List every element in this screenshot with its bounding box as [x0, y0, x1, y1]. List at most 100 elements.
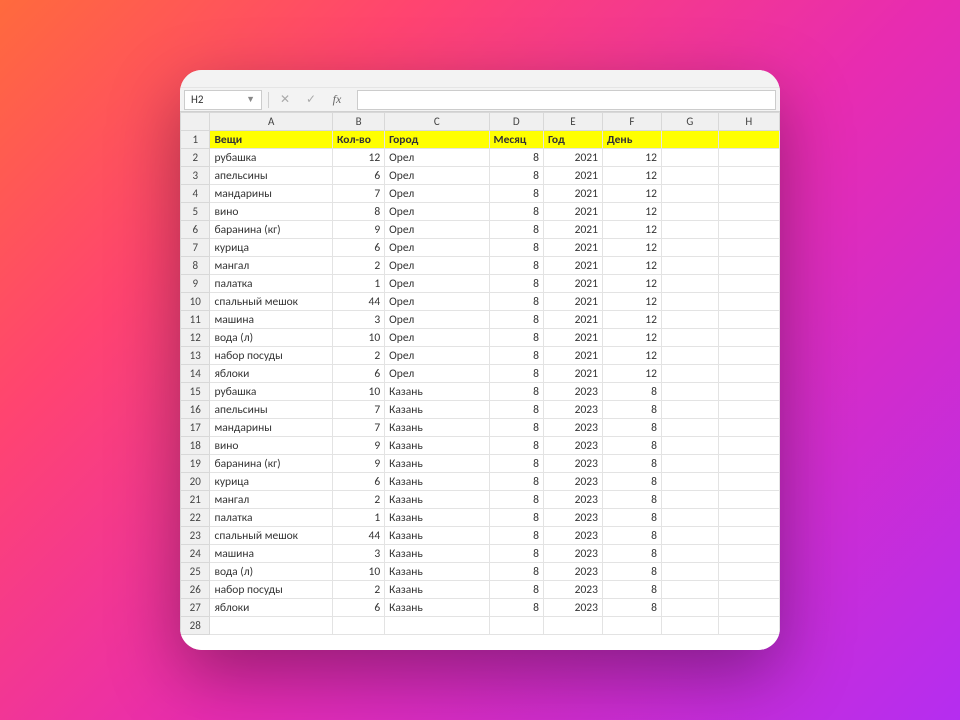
cell[interactable] — [661, 203, 718, 221]
select-all-corner[interactable] — [181, 113, 210, 131]
cell[interactable]: 6 — [333, 473, 385, 491]
cell[interactable]: спальный мешок — [210, 527, 333, 545]
cell[interactable]: 8 — [489, 239, 543, 257]
cell[interactable]: 2023 — [543, 437, 602, 455]
cell[interactable] — [718, 437, 779, 455]
cell[interactable]: 12 — [602, 293, 661, 311]
cell[interactable]: 12 — [602, 275, 661, 293]
cell[interactable]: 2021 — [543, 347, 602, 365]
row-header[interactable]: 23 — [181, 527, 210, 545]
cell[interactable]: Орел — [385, 221, 489, 239]
row-header[interactable]: 21 — [181, 491, 210, 509]
row-header[interactable]: 9 — [181, 275, 210, 293]
column-header-E[interactable]: E — [543, 113, 602, 131]
row-header[interactable]: 1 — [181, 131, 210, 149]
cell[interactable] — [489, 617, 543, 635]
cell[interactable]: 2023 — [543, 491, 602, 509]
cell[interactable] — [718, 473, 779, 491]
cell[interactable]: 12 — [602, 239, 661, 257]
row-header[interactable]: 10 — [181, 293, 210, 311]
cell[interactable] — [718, 149, 779, 167]
cell[interactable]: 12 — [602, 185, 661, 203]
cell[interactable]: 2021 — [543, 311, 602, 329]
cell[interactable]: Казань — [385, 419, 489, 437]
cell[interactable]: 8 — [602, 545, 661, 563]
cell[interactable] — [661, 509, 718, 527]
cell[interactable]: Казань — [385, 437, 489, 455]
cell[interactable]: вино — [210, 203, 333, 221]
cell[interactable] — [661, 149, 718, 167]
cell[interactable]: Казань — [385, 473, 489, 491]
row-header[interactable]: 12 — [181, 329, 210, 347]
cell[interactable]: 2023 — [543, 527, 602, 545]
cell[interactable] — [661, 167, 718, 185]
cell[interactable]: мандарины — [210, 419, 333, 437]
cell[interactable]: 8 — [489, 401, 543, 419]
cell[interactable]: Орел — [385, 149, 489, 167]
cell[interactable]: 8 — [489, 257, 543, 275]
name-box[interactable]: H2 ▼ — [184, 90, 262, 110]
cell[interactable]: 12 — [602, 167, 661, 185]
cell[interactable] — [333, 617, 385, 635]
header-cell[interactable]: Год — [543, 131, 602, 149]
cell[interactable]: 2023 — [543, 419, 602, 437]
cell[interactable]: Казань — [385, 581, 489, 599]
cell[interactable]: 8 — [489, 347, 543, 365]
cell[interactable] — [602, 617, 661, 635]
cell[interactable]: 8 — [489, 491, 543, 509]
cell[interactable]: 8 — [602, 581, 661, 599]
cell[interactable] — [661, 419, 718, 437]
row-header[interactable]: 27 — [181, 599, 210, 617]
cell[interactable] — [210, 617, 333, 635]
cell[interactable]: мангал — [210, 491, 333, 509]
cell[interactable] — [718, 509, 779, 527]
cell[interactable]: 8 — [489, 329, 543, 347]
row-header[interactable]: 24 — [181, 545, 210, 563]
cell[interactable]: 2021 — [543, 275, 602, 293]
cell[interactable] — [661, 473, 718, 491]
row-header[interactable]: 7 — [181, 239, 210, 257]
header-cell[interactable] — [661, 131, 718, 149]
cell[interactable] — [661, 257, 718, 275]
cell[interactable]: 8 — [602, 383, 661, 401]
cell[interactable] — [661, 347, 718, 365]
cell[interactable]: 8 — [333, 203, 385, 221]
cell[interactable]: курица — [210, 239, 333, 257]
cell[interactable] — [661, 617, 718, 635]
cell[interactable]: Казань — [385, 563, 489, 581]
cell[interactable] — [543, 617, 602, 635]
cell[interactable]: 8 — [489, 581, 543, 599]
row-header[interactable]: 26 — [181, 581, 210, 599]
row-header[interactable]: 5 — [181, 203, 210, 221]
cell[interactable]: 8 — [602, 455, 661, 473]
cell[interactable]: 1 — [333, 275, 385, 293]
cell[interactable]: Казань — [385, 491, 489, 509]
cell[interactable]: 8 — [489, 527, 543, 545]
row-header[interactable]: 16 — [181, 401, 210, 419]
cell[interactable]: 2021 — [543, 329, 602, 347]
cell[interactable]: Орел — [385, 167, 489, 185]
cell[interactable] — [718, 221, 779, 239]
cell[interactable]: Орел — [385, 239, 489, 257]
cell[interactable] — [661, 275, 718, 293]
cell[interactable]: палатка — [210, 275, 333, 293]
cell[interactable]: 6 — [333, 167, 385, 185]
cell[interactable] — [718, 545, 779, 563]
cell[interactable] — [718, 347, 779, 365]
cell[interactable]: 2023 — [543, 509, 602, 527]
cell[interactable]: 8 — [489, 203, 543, 221]
cell[interactable]: 7 — [333, 185, 385, 203]
cell[interactable]: 8 — [602, 599, 661, 617]
cell[interactable] — [661, 437, 718, 455]
cell[interactable]: Орел — [385, 365, 489, 383]
cell[interactable]: 12 — [602, 311, 661, 329]
cell[interactable]: 44 — [333, 527, 385, 545]
cell[interactable]: 8 — [602, 437, 661, 455]
cell[interactable]: 2021 — [543, 365, 602, 383]
header-cell[interactable]: Месяц — [489, 131, 543, 149]
cell[interactable] — [661, 293, 718, 311]
cell[interactable]: 8 — [489, 419, 543, 437]
cell[interactable]: 8 — [489, 365, 543, 383]
cell[interactable] — [661, 545, 718, 563]
cell[interactable]: палатка — [210, 509, 333, 527]
